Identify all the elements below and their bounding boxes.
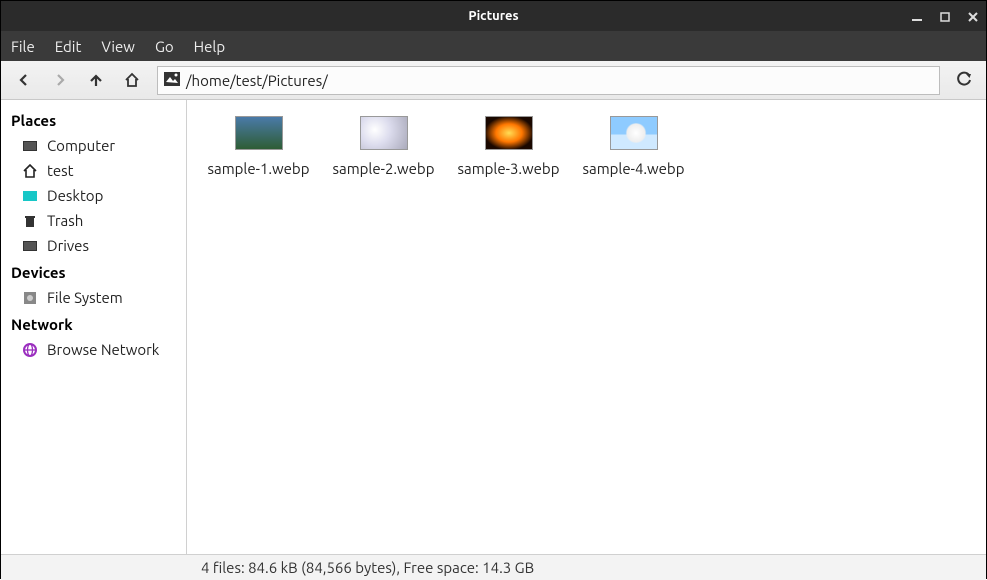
sidebar-item-label: Drives — [47, 237, 89, 254]
sidebar-item-trash[interactable]: Trash — [1, 208, 186, 233]
globe-icon — [21, 342, 39, 358]
file-label: sample-4.webp — [582, 160, 684, 177]
path-text: /home/test/Pictures/ — [186, 72, 328, 89]
path-field[interactable]: /home/test/Pictures/ — [157, 66, 940, 95]
sidebar-item-label: File System — [47, 289, 123, 306]
maximize-button[interactable] — [940, 8, 950, 25]
file-item[interactable]: sample-1.webp — [201, 114, 316, 177]
file-label: sample-1.webp — [207, 160, 309, 177]
refresh-button[interactable] — [948, 65, 980, 95]
up-button[interactable] — [79, 65, 113, 95]
statusbar: 4 files: 84.6 kB (84,566 bytes), Free sp… — [1, 554, 986, 580]
menu-file[interactable]: File — [11, 38, 35, 55]
file-thumbnail — [610, 116, 658, 150]
sidebar-item-file-system[interactable]: File System — [1, 285, 186, 310]
file-thumbnail — [360, 116, 408, 150]
sidebar-item-label: test — [47, 162, 74, 179]
drives-icon — [21, 238, 39, 254]
minimize-button[interactable] — [912, 8, 922, 25]
file-item[interactable]: sample-3.webp — [451, 114, 566, 177]
sidebar-item-label: Trash — [47, 212, 83, 229]
file-thumbnail — [485, 116, 533, 150]
menu-go[interactable]: Go — [155, 38, 174, 55]
menu-view[interactable]: View — [101, 38, 135, 55]
back-button[interactable] — [7, 65, 41, 95]
window-controls — [912, 8, 978, 25]
menubar: File Edit View Go Help — [1, 31, 986, 61]
menu-edit[interactable]: Edit — [55, 38, 82, 55]
close-button[interactable] — [968, 8, 978, 25]
sidebar-item-drives[interactable]: Drives — [1, 233, 186, 258]
titlebar: Pictures — [1, 1, 986, 31]
home-button[interactable] — [115, 65, 149, 95]
disk-icon — [21, 290, 39, 306]
sidebar-item-label: Desktop — [47, 187, 103, 204]
sidebar-item-desktop[interactable]: Desktop — [1, 183, 186, 208]
forward-button[interactable] — [43, 65, 77, 95]
file-item[interactable]: sample-4.webp — [576, 114, 691, 177]
window-title: Pictures — [468, 9, 518, 23]
sidebar-item-test[interactable]: test — [1, 158, 186, 183]
file-view[interactable]: sample-1.webp sample-2.webp sample-3.web… — [187, 100, 986, 554]
folder-image-icon — [164, 72, 180, 89]
file-item[interactable]: sample-2.webp — [326, 114, 441, 177]
sidebar: Places Computer test Desktop Trash Drive… — [1, 100, 187, 554]
menu-help[interactable]: Help — [194, 38, 225, 55]
file-label: sample-2.webp — [332, 160, 434, 177]
file-label: sample-3.webp — [457, 160, 559, 177]
sidebar-header-network: Network — [1, 310, 186, 337]
sidebar-header-places: Places — [1, 106, 186, 133]
sidebar-item-label: Browse Network — [47, 341, 159, 358]
home-icon — [21, 163, 39, 179]
status-text: 4 files: 84.6 kB (84,566 bytes), Free sp… — [201, 559, 534, 576]
sidebar-item-label: Computer — [47, 137, 115, 154]
trash-icon — [21, 213, 39, 229]
desktop-icon — [21, 188, 39, 204]
toolbar: /home/test/Pictures/ — [1, 61, 986, 100]
sidebar-header-devices: Devices — [1, 258, 186, 285]
computer-icon — [21, 138, 39, 154]
sidebar-item-computer[interactable]: Computer — [1, 133, 186, 158]
main-area: Places Computer test Desktop Trash Drive… — [1, 100, 986, 554]
sidebar-item-browse-network[interactable]: Browse Network — [1, 337, 186, 362]
file-thumbnail — [235, 116, 283, 150]
